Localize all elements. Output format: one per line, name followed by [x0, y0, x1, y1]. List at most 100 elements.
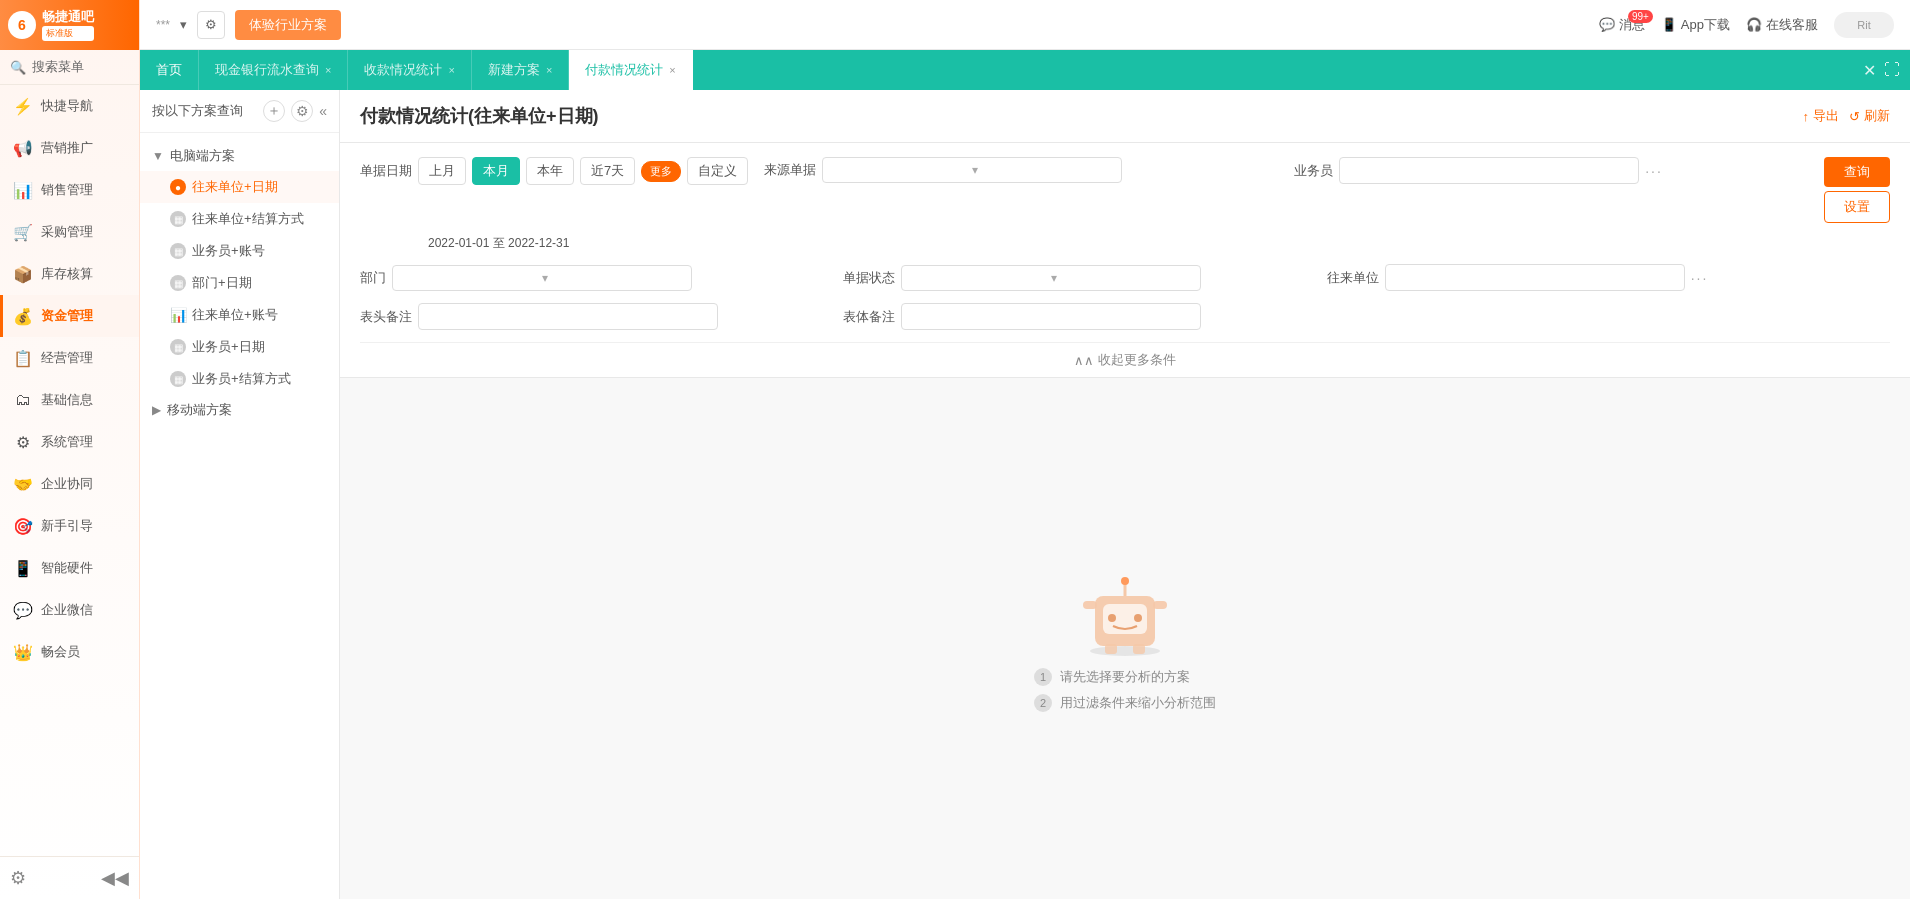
- topbar-dropdown-icon[interactable]: ▾: [180, 17, 187, 32]
- dept-select[interactable]: ▾: [392, 265, 692, 291]
- scheme-staff-account[interactable]: ▦ 业务员+账号: [140, 235, 339, 267]
- voucher-status-select[interactable]: ▾: [901, 265, 1201, 291]
- search-label: 搜索菜单: [32, 58, 84, 76]
- fullscreen-btn[interactable]: ⛶: [1884, 61, 1900, 79]
- scheme-unit-date[interactable]: ● 往来单位+日期: [140, 171, 339, 203]
- custom-btn[interactable]: 自定义: [687, 157, 748, 185]
- sidebar-search[interactable]: 🔍 搜索菜单: [0, 50, 139, 85]
- partner-input[interactable]: [1385, 264, 1685, 291]
- manage-scheme-btn[interactable]: ⚙: [291, 100, 313, 122]
- nav-member[interactable]: 👑 畅会员: [0, 631, 139, 673]
- filter-area: 单据日期 上月 本月 本年 近7天 更多 自定义 来源单据 ▾: [340, 143, 1910, 378]
- nav-finance[interactable]: 💰 资金管理: [0, 295, 139, 337]
- scheme-unit-account-label: 往来单位+账号: [192, 306, 278, 324]
- tab-home[interactable]: 首页: [140, 50, 199, 90]
- voucher-status-arrow: ▾: [1051, 271, 1192, 285]
- tree-group-mobile-expand-icon: ▶: [152, 403, 161, 417]
- logo-icon: 6: [8, 11, 36, 39]
- nav-marketing-label: 营销推广: [41, 139, 93, 157]
- search-icon: 🔍: [10, 60, 26, 75]
- topbar-address: ***: [156, 18, 170, 32]
- app-download-btn[interactable]: 📱 App下载: [1661, 16, 1730, 34]
- nav-sales[interactable]: 📊 销售管理: [0, 169, 139, 211]
- tip-num-2: 2: [1034, 694, 1052, 712]
- scheme-staff-date[interactable]: ▦ 业务员+日期: [140, 331, 339, 363]
- svg-point-6: [1121, 577, 1129, 585]
- logo-name: 畅捷通吧: [42, 9, 94, 25]
- empty-tip-1: 1 请先选择要分析的方案: [1034, 668, 1216, 686]
- topbar-settings-btn[interactable]: ⚙: [197, 11, 225, 39]
- tab-collection-label: 收款情况统计: [364, 61, 442, 79]
- nav-quick-nav-icon: ⚡: [13, 96, 33, 116]
- settings-btn[interactable]: 设置: [1824, 191, 1890, 223]
- nav-operation-icon: 📋: [13, 348, 33, 368]
- tab-new-plan-close[interactable]: ×: [546, 64, 552, 76]
- collapse-left-panel-btn[interactable]: «: [319, 103, 327, 119]
- nav-enterprise[interactable]: 🤝 企业协同: [0, 463, 139, 505]
- user-avatar[interactable]: Rit: [1834, 12, 1894, 38]
- nav-wechat[interactable]: 💬 企业微信: [0, 589, 139, 631]
- nav-quick-nav[interactable]: ⚡ 快捷导航: [0, 85, 139, 127]
- tree-group-desktop-header[interactable]: ▼ 电脑端方案: [140, 141, 339, 171]
- nav-finance-label: 资金管理: [41, 307, 93, 325]
- nav-inventory[interactable]: 📦 库存核算: [0, 253, 139, 295]
- collapse-filter-label: 收起更多条件: [1098, 351, 1176, 369]
- nav-quick-nav-label: 快捷导航: [41, 97, 93, 115]
- staff-dots-btn[interactable]: ···: [1645, 163, 1663, 179]
- scheme-unit-settle[interactable]: ▦ 往来单位+结算方式: [140, 203, 339, 235]
- tree-group-mobile-header[interactable]: ▶ 移动端方案: [140, 395, 339, 425]
- scheme-dept-date[interactable]: ▦ 部门+日期: [140, 267, 339, 299]
- export-btn[interactable]: ↑ 导出: [1803, 107, 1840, 125]
- scheme-unit-account[interactable]: 📊 往来单位+账号: [140, 299, 339, 331]
- nav-operation[interactable]: 📋 经营管理: [0, 337, 139, 379]
- tree-group-desktop: ▼ 电脑端方案 ● 往来单位+日期 ▦ 往来单位+结算方式 ▦ 业务员+账号: [140, 141, 339, 395]
- table-body-note-input[interactable]: [901, 303, 1201, 330]
- topbar-left: *** ▾ ⚙ 体验行业方案: [156, 10, 341, 40]
- nav-guide[interactable]: 🎯 新手引导: [0, 505, 139, 547]
- add-scheme-btn[interactable]: ＋: [263, 100, 285, 122]
- app-icon: 📱: [1661, 17, 1677, 32]
- nav-operation-label: 经营管理: [41, 349, 93, 367]
- refresh-btn[interactable]: ↺ 刷新: [1849, 107, 1890, 125]
- settings-footer-icon[interactable]: ⚙: [10, 867, 26, 889]
- tab-bank-flow[interactable]: 现金银行流水查询 ×: [199, 50, 348, 90]
- tab-new-plan[interactable]: 新建方案 ×: [472, 50, 569, 90]
- tree-group-expand-icon: ▼: [152, 149, 164, 163]
- tab-collection[interactable]: 收款情况统计 ×: [348, 50, 471, 90]
- tab-payment-close[interactable]: ×: [669, 64, 675, 76]
- collapse-filter-btn[interactable]: ∧∧ 收起更多条件: [360, 342, 1890, 377]
- partner-dots-btn[interactable]: ···: [1691, 270, 1709, 286]
- app-label: App下载: [1681, 16, 1730, 34]
- nav-purchase[interactable]: 🛒 采购管理: [0, 211, 139, 253]
- scheme-staff-settle-label: 业务员+结算方式: [192, 370, 291, 388]
- collapse-sidebar-icon[interactable]: ◀◀: [101, 867, 129, 889]
- trial-btn[interactable]: 体验行业方案: [235, 10, 341, 40]
- dept-label: 部门: [360, 269, 386, 287]
- tip-num-1: 1: [1034, 668, 1052, 686]
- nav-marketing[interactable]: 📢 营销推广: [0, 127, 139, 169]
- more-btn[interactable]: 更多: [641, 161, 681, 182]
- staff-input[interactable]: [1339, 157, 1639, 184]
- tab-new-plan-label: 新建方案: [488, 61, 540, 79]
- this-year-btn[interactable]: 本年: [526, 157, 574, 185]
- tab-bank-flow-close[interactable]: ×: [325, 64, 331, 76]
- table-head-note-input[interactable]: [418, 303, 718, 330]
- tab-payment[interactable]: 付款情况统计 ×: [569, 50, 692, 90]
- last-month-btn[interactable]: 上月: [418, 157, 466, 185]
- nav-hardware[interactable]: 📱 智能硬件: [0, 547, 139, 589]
- query-btn[interactable]: 查询: [1824, 157, 1890, 187]
- scheme-staff-settle[interactable]: ▦ 业务员+结算方式: [140, 363, 339, 395]
- notification-badge: 99+: [1628, 10, 1653, 23]
- this-month-btn[interactable]: 本月: [472, 157, 520, 185]
- tab-collection-close[interactable]: ×: [448, 64, 454, 76]
- last7d-btn[interactable]: 近7天: [580, 157, 635, 185]
- left-tree: ▼ 电脑端方案 ● 往来单位+日期 ▦ 往来单位+结算方式 ▦ 业务员+账号: [140, 133, 339, 899]
- close-all-tabs-btn[interactable]: ✕: [1863, 61, 1876, 80]
- logo-badge: 标准版: [42, 26, 94, 41]
- scheme-staff-settle-icon: ▦: [170, 371, 186, 387]
- source-voucher-select[interactable]: ▾: [822, 157, 1122, 183]
- nav-system[interactable]: ⚙ 系统管理: [0, 421, 139, 463]
- nav-basic[interactable]: 🗂 基础信息: [0, 379, 139, 421]
- notification-btn[interactable]: 💬 消息 99+: [1599, 16, 1645, 34]
- online-service-btn[interactable]: 🎧 在线客服: [1746, 16, 1818, 34]
